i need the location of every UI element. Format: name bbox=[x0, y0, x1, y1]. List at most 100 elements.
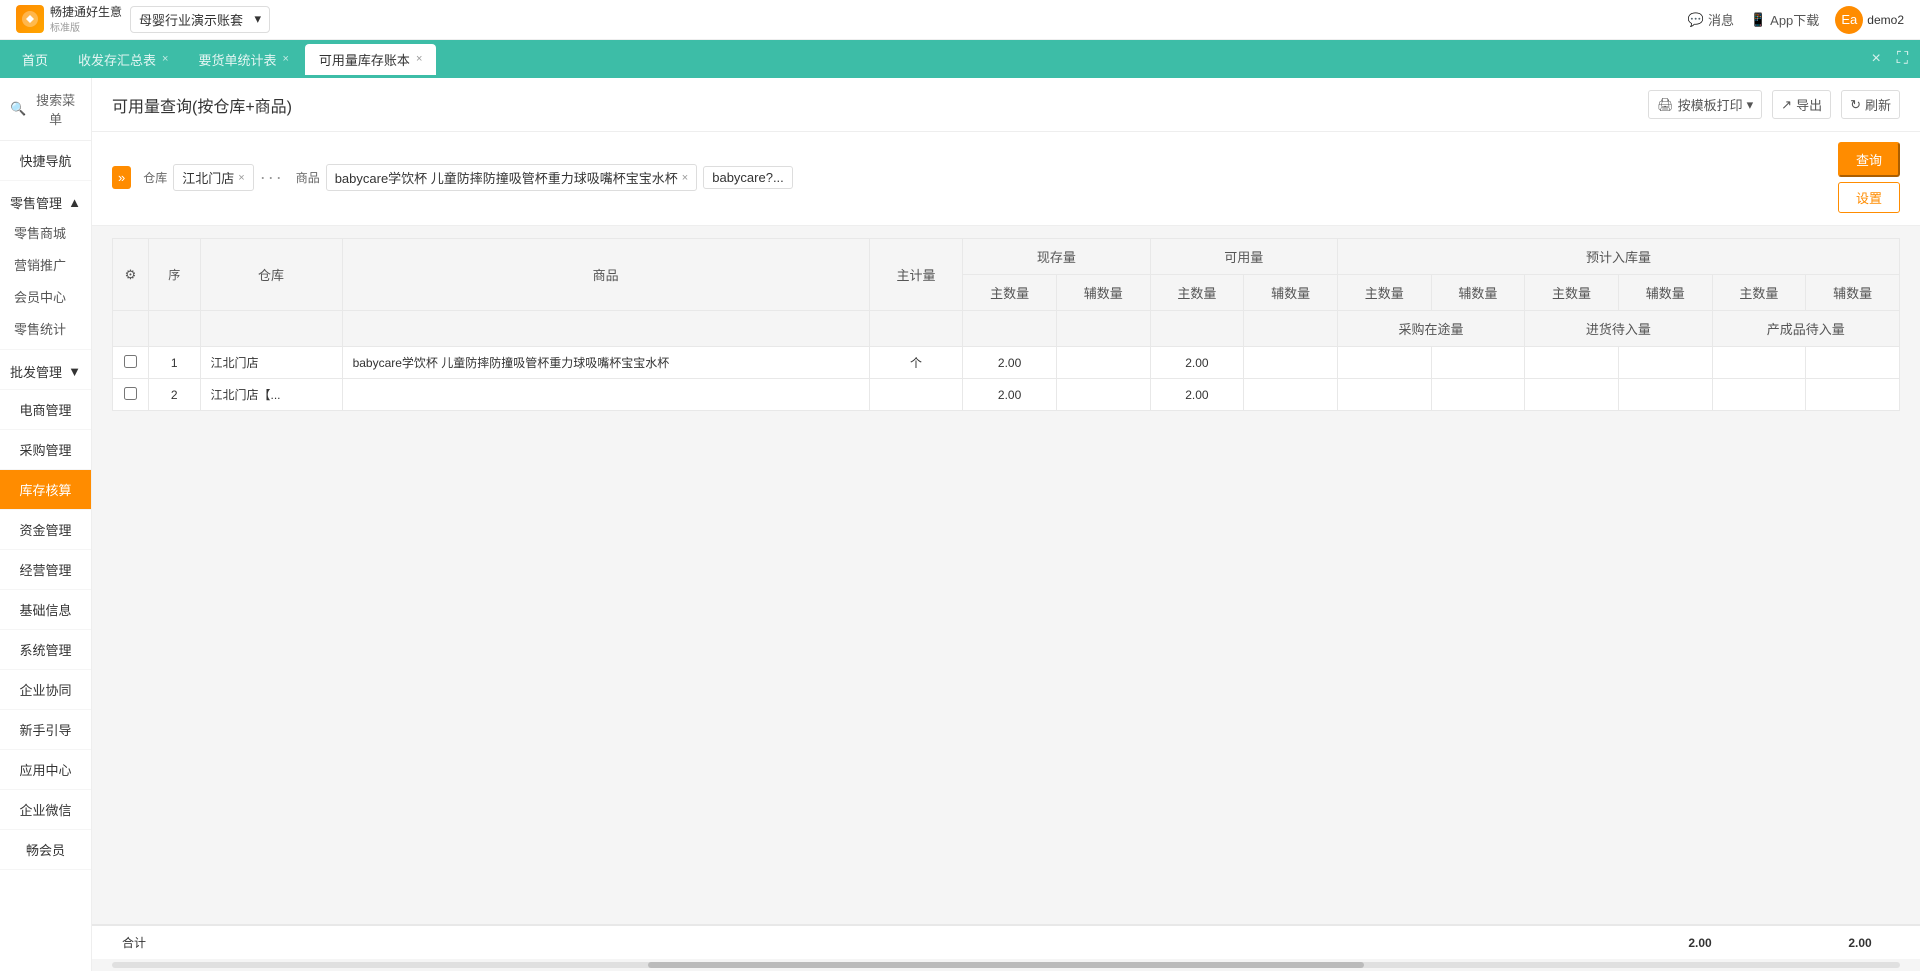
warehouse-more-button[interactable]: ··· bbox=[260, 167, 284, 188]
sidebar-item-marketing[interactable]: 营销推广 bbox=[6, 249, 85, 280]
horizontal-scrollbar[interactable] bbox=[92, 959, 1920, 971]
th-production-aux: 辅数量 bbox=[1806, 275, 1900, 311]
sidebar-section-retail-header[interactable]: 零售管理 ▲ bbox=[4, 189, 87, 216]
th-empty5 bbox=[963, 311, 1057, 347]
sidebar-item-retail-stats[interactable]: 零售统计 bbox=[6, 313, 85, 344]
tab-order-stats[interactable]: 要货单统计表 × bbox=[184, 44, 302, 75]
th-incoming-aux: 辅数量 bbox=[1618, 275, 1712, 311]
tab-home[interactable]: 首页 bbox=[8, 44, 62, 75]
cell-stock-main: 2.00 bbox=[963, 379, 1057, 411]
close-all-tabs-button[interactable]: × bbox=[1867, 48, 1884, 70]
sidebar-item-inventory[interactable]: 库存核算 bbox=[0, 470, 91, 510]
filter-expand-button[interactable]: » bbox=[112, 166, 131, 189]
filter-warehouse-section: 仓库 江北门店 × ··· bbox=[143, 164, 283, 191]
th-stock-group: 现存量 bbox=[963, 239, 1150, 275]
page-title: 可用量查询(按仓库+商品) bbox=[112, 93, 292, 117]
message-button[interactable]: 💬 消息 bbox=[1688, 10, 1734, 29]
tab-close-icon[interactable]: × bbox=[282, 53, 288, 65]
cell-purchase-aux bbox=[1431, 347, 1525, 379]
tab-close-icon[interactable]: × bbox=[416, 53, 422, 65]
sidebar-item-member2[interactable]: 畅会员 bbox=[0, 830, 91, 870]
logo-area: 畅捷通好生意 标准版 bbox=[16, 5, 122, 34]
cell-stock-main: 2.00 bbox=[963, 347, 1057, 379]
top-bar-right: 💬 消息 📱 App下载 Ea demo2 bbox=[1688, 6, 1904, 34]
warehouse-tag-remove[interactable]: × bbox=[238, 172, 244, 184]
cell-checkbox[interactable] bbox=[113, 379, 149, 411]
th-empty6 bbox=[1056, 311, 1150, 347]
sidebar-item-member[interactable]: 会员中心 bbox=[6, 281, 85, 312]
cell-available-main: 2.00 bbox=[1150, 347, 1244, 379]
product-filter-label: 商品 bbox=[296, 169, 320, 186]
export-button[interactable]: ↗ 导出 bbox=[1772, 90, 1831, 119]
table-row[interactable]: 2 江北门店【... 2.00 2.00 bbox=[113, 379, 1900, 411]
data-table: ⚙ 序 仓库 商品 主计量 现存量 bbox=[112, 238, 1900, 411]
fullscreen-button[interactable]: ⛶ bbox=[1893, 48, 1912, 70]
industry-label: 母婴行业演示账套 bbox=[139, 10, 243, 29]
tab-receivable-summary[interactable]: 收发存汇总表 × bbox=[64, 44, 182, 75]
sidebar-item-base-info[interactable]: 基础信息 bbox=[0, 590, 91, 630]
table-footer: 合计 2.00 2.00 bbox=[92, 924, 1920, 959]
sidebar-item-newbie[interactable]: 新手引导 bbox=[0, 710, 91, 750]
product-tag1-remove[interactable]: × bbox=[682, 172, 688, 184]
page-header: 可用量查询(按仓库+商品) 🖨 按模板打印 ▾ ↗ 导出 ↻ 刷新 bbox=[92, 78, 1920, 132]
page-title-row: 可用量查询(按仓库+商品) 🖨 按模板打印 ▾ ↗ 导出 ↻ 刷新 bbox=[112, 90, 1900, 119]
page-actions: 🖨 按模板打印 ▾ ↗ 导出 ↻ 刷新 bbox=[1648, 90, 1900, 119]
search-icon: 🔍 bbox=[10, 101, 26, 117]
sidebar-item-quick-nav[interactable]: 快捷导航 bbox=[0, 141, 91, 181]
logo-icon bbox=[16, 5, 44, 33]
app-download-button[interactable]: 📱 App下载 bbox=[1750, 10, 1819, 29]
sidebar-item-finance[interactable]: 资金管理 bbox=[0, 510, 91, 550]
table-row[interactable]: 1 江北门店 babycare学饮杯 儿童防摔防撞吸管杯重力球吸嘴杯宝宝水杯 个… bbox=[113, 347, 1900, 379]
user-profile[interactable]: Ea demo2 bbox=[1835, 6, 1904, 34]
warehouse-filter-tag[interactable]: 江北门店 × bbox=[173, 164, 253, 191]
th-available-aux: 辅数量 bbox=[1244, 275, 1338, 311]
cell-no: 2 bbox=[149, 379, 201, 411]
sidebar-item-retail-mall[interactable]: 零售商城 bbox=[6, 217, 85, 248]
cell-incoming-aux bbox=[1618, 379, 1712, 411]
export-icon: ↗ bbox=[1781, 97, 1792, 113]
cell-no: 1 bbox=[149, 347, 201, 379]
product-filter-tag2[interactable]: babycare?... bbox=[703, 166, 793, 189]
chevron-up-icon: ▲ bbox=[68, 195, 81, 210]
cell-purchase-main bbox=[1337, 379, 1431, 411]
sidebar-item-system[interactable]: 系统管理 bbox=[0, 630, 91, 670]
cell-unit bbox=[869, 379, 963, 411]
th-settings[interactable]: ⚙ bbox=[113, 239, 149, 311]
refresh-icon: ↻ bbox=[1850, 97, 1861, 113]
nav-tabs: 首页 收发存汇总表 × 要货单统计表 × 可用量库存账本 × × ⛶ bbox=[0, 40, 1920, 78]
footer-label: 合计 bbox=[112, 934, 156, 951]
warehouse-filter-label: 仓库 bbox=[143, 169, 167, 186]
scrollbar-thumb[interactable] bbox=[648, 962, 1363, 968]
sidebar-item-wechat[interactable]: 企业微信 bbox=[0, 790, 91, 830]
tab-close-icon[interactable]: × bbox=[162, 53, 168, 65]
sidebar-item-purchase[interactable]: 采购管理 bbox=[0, 430, 91, 470]
sidebar-item-app-center[interactable]: 应用中心 bbox=[0, 750, 91, 790]
search-menu-button[interactable]: 🔍 搜索菜单 bbox=[8, 86, 83, 132]
cell-incoming-main bbox=[1525, 347, 1619, 379]
main-layout: 🔍 搜索菜单 快捷导航 零售管理 ▲ 零售商城 营销推广 会员中心 零售统计 bbox=[0, 78, 1920, 971]
th-production-incoming: 产成品待入量 bbox=[1712, 311, 1899, 347]
tab-available-stock[interactable]: 可用量库存账本 × bbox=[305, 44, 436, 75]
sidebar-item-operations[interactable]: 经营管理 bbox=[0, 550, 91, 590]
cell-purchase-aux bbox=[1431, 379, 1525, 411]
print-button[interactable]: 🖨 按模板打印 ▾ bbox=[1648, 90, 1762, 119]
query-button[interactable]: 查询 bbox=[1838, 142, 1900, 177]
sidebar-item-enterprise[interactable]: 企业协同 bbox=[0, 670, 91, 710]
user-name: demo2 bbox=[1867, 13, 1904, 27]
settings-gear-icon: ⚙ bbox=[125, 267, 137, 282]
sidebar: 🔍 搜索菜单 快捷导航 零售管理 ▲ 零售商城 营销推广 会员中心 零售统计 bbox=[0, 78, 92, 971]
th-empty2 bbox=[200, 311, 342, 347]
settings-button[interactable]: 设置 bbox=[1838, 182, 1900, 213]
product-filter-tag1[interactable]: babycare学饮杯 儿童防摔防撞吸管杯重力球吸嘴杯宝宝水杯 × bbox=[326, 164, 698, 191]
th-unit: 主计量 bbox=[869, 239, 963, 311]
sidebar-item-ecommerce[interactable]: 电商管理 bbox=[0, 390, 91, 430]
th-empty7 bbox=[1150, 311, 1244, 347]
sidebar-section-wholesale-header[interactable]: 批发管理 ▼ bbox=[4, 358, 87, 385]
th-warehouse: 仓库 bbox=[200, 239, 342, 311]
cell-checkbox[interactable] bbox=[113, 347, 149, 379]
th-empty3 bbox=[342, 311, 869, 347]
industry-selector[interactable]: 母婴行业演示账套 ▾ bbox=[130, 6, 270, 33]
refresh-button[interactable]: ↻ 刷新 bbox=[1841, 90, 1900, 119]
th-empty1 bbox=[149, 311, 201, 347]
scrollbar-track bbox=[112, 962, 1900, 968]
